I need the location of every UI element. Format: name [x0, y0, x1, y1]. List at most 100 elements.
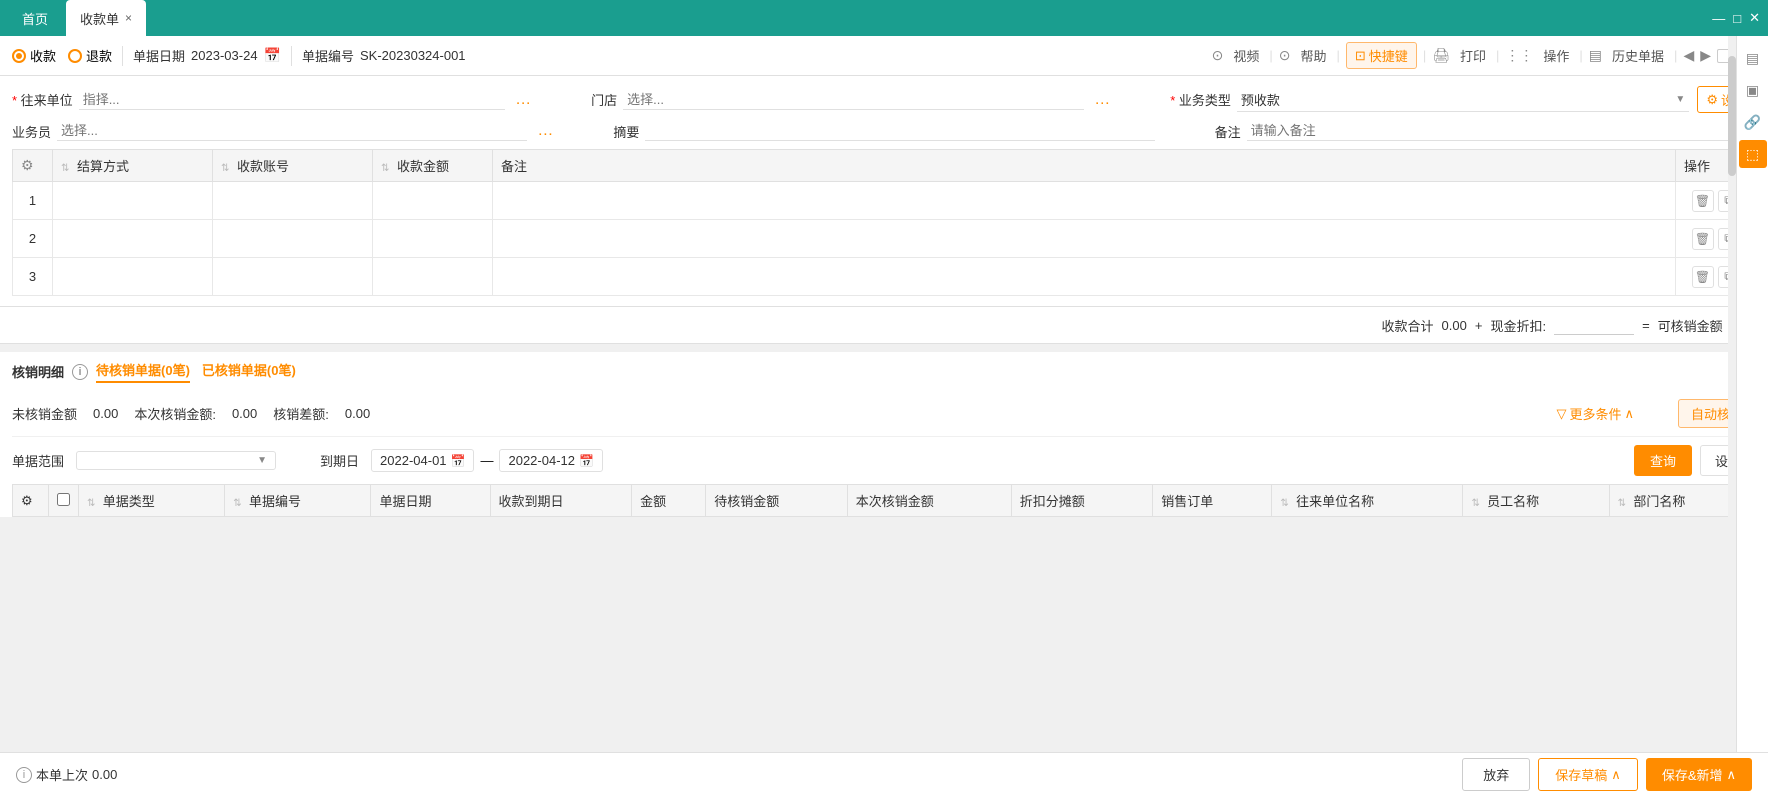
section-info-icon[interactable]: i: [72, 364, 88, 380]
row-2-amount[interactable]: [373, 220, 493, 258]
footer-info-icon[interactable]: i: [16, 767, 32, 783]
tab-active[interactable]: 收款单 ×: [66, 0, 146, 36]
radio-receive[interactable]: 收款: [12, 46, 56, 65]
row-1-amount[interactable]: [373, 182, 493, 220]
circle-icon: ⊙: [1212, 47, 1224, 64]
counterpart-dots[interactable]: …: [515, 91, 531, 109]
maximize-button[interactable]: □: [1733, 11, 1741, 26]
salesperson-dots[interactable]: …: [537, 122, 553, 140]
done-tab[interactable]: 已核销单据(0笔): [202, 360, 296, 383]
calendar-from-icon[interactable]: 📅: [451, 454, 466, 468]
operation-label: 操作: [1543, 46, 1569, 65]
form-row-1: 往来单位 … 门店 … 业务类型 预收款 ▼ ⚙ 设置: [12, 86, 1756, 113]
abstract-input[interactable]: [645, 121, 1154, 141]
radio-refund[interactable]: 退款: [68, 46, 112, 65]
calendar-to-icon[interactable]: 📅: [579, 454, 594, 468]
operation-button[interactable]: 操作: [1539, 44, 1573, 67]
bt-col-checkbox[interactable]: [49, 485, 79, 517]
business-type-label: 业务类型: [1170, 90, 1231, 109]
row-2-seq: 2: [13, 220, 53, 258]
bt-gear-icon[interactable]: ⚙: [21, 493, 33, 508]
pending-tab[interactable]: 待核销单据(0笔): [96, 360, 190, 383]
query-button[interactable]: 查询: [1634, 445, 1692, 476]
row-1-settle[interactable]: [53, 182, 213, 220]
save-draft-button[interactable]: 保存草稿 ∧: [1538, 758, 1638, 791]
bt-col-gear[interactable]: ⚙: [13, 485, 49, 517]
store-dots[interactable]: …: [1094, 91, 1110, 109]
video-button[interactable]: 视频: [1229, 44, 1263, 67]
tab-active-label: 收款单: [80, 9, 119, 28]
print-button[interactable]: 打印: [1456, 44, 1490, 67]
settings-gear-icon: ⚙: [1706, 92, 1718, 108]
row-2-delete-icon[interactable]: 🗑: [1692, 228, 1714, 250]
discount-input[interactable]: [1554, 315, 1634, 335]
date-picker-icon[interactable]: 📅: [264, 47, 281, 64]
scrollbar-thumb[interactable]: [1728, 56, 1736, 176]
help-button[interactable]: 帮助: [1296, 44, 1330, 67]
salesperson-field: 业务员 …: [12, 121, 553, 141]
sidebar-icon-4[interactable]: ⬚: [1739, 140, 1767, 168]
date-from-input[interactable]: 2022-04-01 📅: [371, 449, 474, 472]
row-3-settle[interactable]: [53, 258, 213, 296]
form-row-2: 业务员 … 摘要 备注: [12, 121, 1756, 141]
help-label: 帮助: [1300, 46, 1326, 65]
tab-home[interactable]: 首页: [8, 0, 62, 36]
range-select[interactable]: ▼: [76, 451, 276, 470]
save-new-button[interactable]: 保存&新增 ∧: [1646, 758, 1752, 791]
date-from-value: 2022-04-01: [380, 453, 447, 468]
row-3-amount[interactable]: [373, 258, 493, 296]
counterpart-input[interactable]: [79, 90, 505, 110]
print-icon[interactable]: 🖨: [1432, 47, 1450, 64]
row-2-note[interactable]: [493, 220, 1676, 258]
sidebar-icon-3[interactable]: 🔗: [1739, 108, 1767, 136]
sort-arrows-account[interactable]: ⇅: [221, 163, 229, 174]
date-to-input[interactable]: 2022-04-12 📅: [499, 449, 602, 472]
history-button[interactable]: 历史单据: [1608, 44, 1668, 67]
col-gear-header[interactable]: ⚙: [13, 150, 53, 182]
row-3-note[interactable]: [493, 258, 1676, 296]
discard-button[interactable]: 放弃: [1462, 758, 1530, 791]
save-draft-label: 保存草稿: [1555, 765, 1607, 784]
sidebar-icon-2[interactable]: ▣: [1739, 76, 1767, 104]
row-3-account[interactable]: [213, 258, 373, 296]
sidebar-icon-1[interactable]: ▤: [1739, 44, 1767, 72]
row-3-seq: 3: [13, 258, 53, 296]
table-gear-icon[interactable]: ⚙: [21, 157, 34, 173]
row-3-delete-icon[interactable]: 🗑: [1692, 266, 1714, 288]
minimize-button[interactable]: —: [1712, 11, 1725, 26]
col-account-header: ⇅ 收款账号: [213, 150, 373, 182]
diff-value: 0.00: [345, 406, 370, 421]
bt-this-label: 本次核销金额: [856, 494, 934, 509]
row-1-delete-icon[interactable]: 🗑: [1692, 190, 1714, 212]
sort-arrows-settle[interactable]: ⇅: [61, 163, 69, 174]
arrow-left-icon[interactable]: ◀: [1683, 47, 1694, 64]
store-input[interactable]: [623, 90, 1084, 110]
this-verify-value: 0.00: [232, 406, 257, 421]
bt-amount-label: 金额: [640, 494, 666, 509]
salesperson-input[interactable]: [57, 121, 527, 141]
tab-links: 待核销单据(0笔) 已核销单据(0笔): [96, 360, 296, 383]
history-label: 历史单据: [1612, 46, 1664, 65]
scrollbar[interactable]: [1728, 36, 1736, 752]
shortcut-button[interactable]: ⊡ 快捷键: [1346, 42, 1417, 69]
unverified-label: 未核销金额: [12, 404, 77, 423]
row-2-settle[interactable]: [53, 220, 213, 258]
row-1-note[interactable]: [493, 182, 1676, 220]
video-label: 视频: [1233, 46, 1259, 65]
bt-pending-label: 待核销金额: [714, 494, 779, 509]
unverified-value: 0.00: [93, 406, 118, 421]
row-2-account[interactable]: [213, 220, 373, 258]
tab-close-icon[interactable]: ×: [125, 11, 132, 25]
close-button[interactable]: ✕: [1749, 10, 1760, 26]
arrow-right-icon[interactable]: ▶: [1700, 47, 1711, 64]
more-filter-button[interactable]: ▽ 更多条件 ∧: [1556, 404, 1634, 423]
remark-input[interactable]: [1247, 121, 1756, 141]
window-controls: — □ ✕: [1712, 10, 1760, 26]
store-label: 门店: [591, 90, 617, 109]
business-type-select[interactable]: 预收款 ▼: [1237, 88, 1689, 112]
row-1-account[interactable]: [213, 182, 373, 220]
bt-checkbox-all[interactable]: [57, 493, 70, 506]
sort-arrows-amount[interactable]: ⇅: [381, 163, 389, 174]
bt-col-due: 收款到期日: [490, 485, 632, 517]
divider-2: [291, 46, 292, 66]
